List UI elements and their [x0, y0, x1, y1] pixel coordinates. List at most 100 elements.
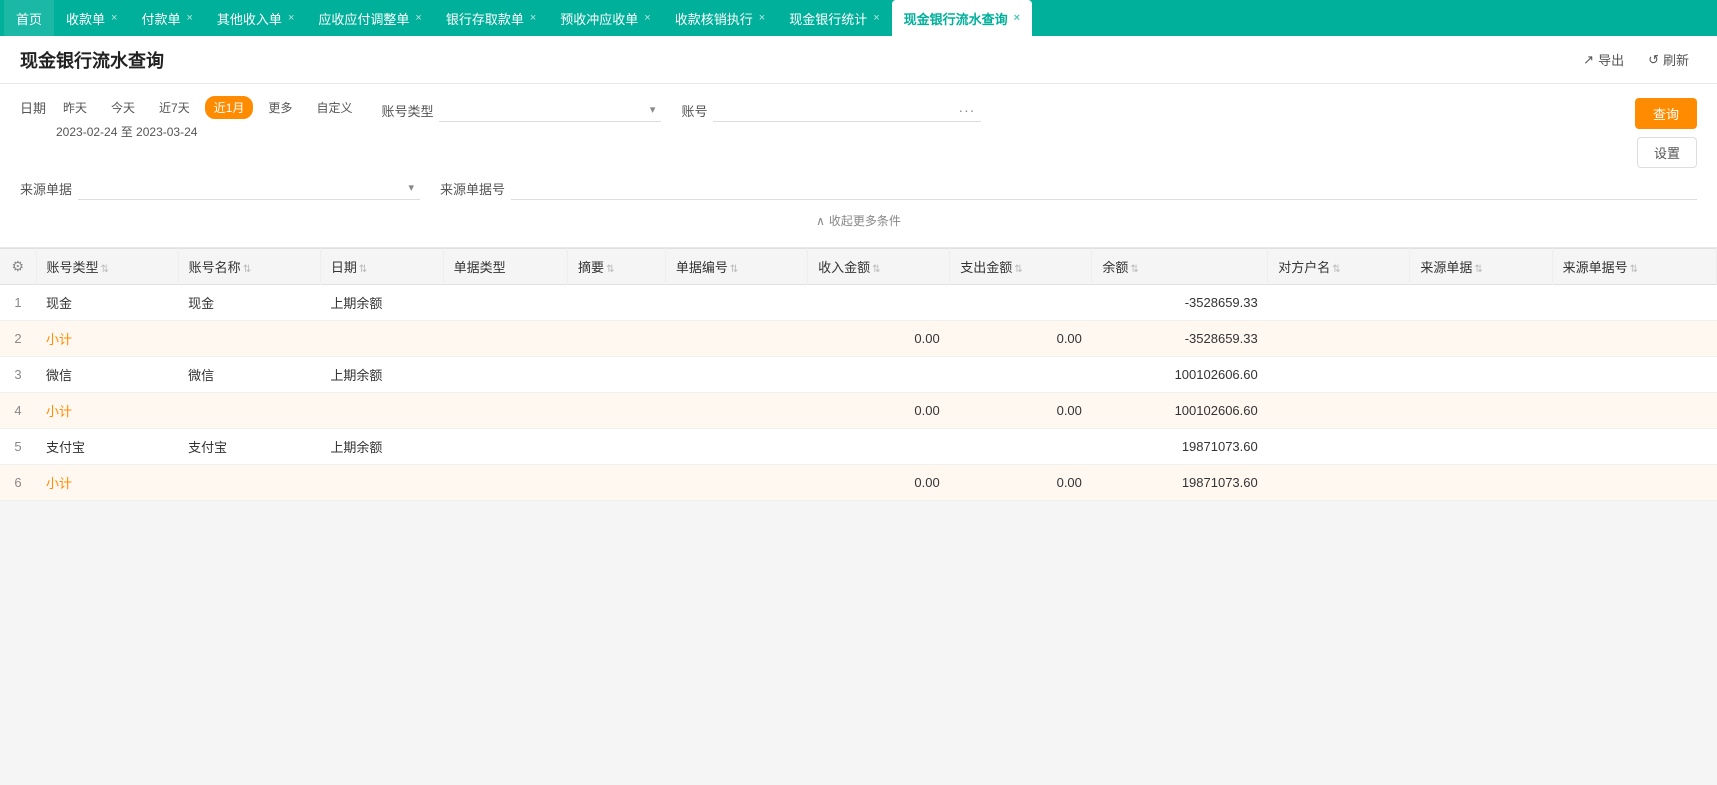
page-header: 现金银行流水查询 ↗ 导出 ↺ 刷新 — [0, 36, 1717, 84]
nav-tab-bank-deposit-close[interactable]: × — [530, 12, 536, 24]
account-input[interactable] — [719, 98, 958, 121]
nav-tab-advance-close[interactable]: × — [644, 12, 650, 24]
nav-tab-payment[interactable]: 付款单 × — [129, 0, 204, 36]
nav-tab-cash-bank-flow[interactable]: 现金银行流水查询 × — [892, 0, 1032, 36]
sort-icon-counterparty: ⇅ — [1332, 264, 1340, 275]
counterparty-cell — [1268, 321, 1410, 357]
th-settings: ⚙ — [0, 249, 36, 285]
counterparty-cell — [1268, 465, 1410, 501]
nav-tab-cash-bank-flow-close[interactable]: × — [1014, 12, 1020, 24]
counterparty-cell — [1268, 429, 1410, 465]
source-doc-cell — [1410, 429, 1552, 465]
account-name-cell: 现金 — [178, 285, 320, 321]
date-btn-yesterday[interactable]: 昨天 — [54, 96, 96, 119]
date-cell — [320, 465, 443, 501]
query-button[interactable]: 查询 — [1635, 98, 1697, 129]
top-navigation: 首页 收款单 × 付款单 × 其他收入单 × 应收应付调整单 × 银行存取款单 … — [0, 0, 1717, 36]
summary-cell — [568, 357, 666, 393]
nav-tab-receipt-label: 收款单 — [66, 9, 105, 28]
nav-tab-adjustment[interactable]: 应收应付调整单 × — [306, 0, 433, 36]
sort-icon-account-name: ⇅ — [243, 264, 251, 275]
settings-button[interactable]: 设置 — [1637, 137, 1697, 168]
nav-tab-receipt-close[interactable]: × — [111, 12, 117, 24]
nav-tab-other-income[interactable]: 其他收入单 × — [205, 0, 306, 36]
date-options: 昨天 今天 近7天 近1月 更多 自定义 — [54, 96, 361, 119]
nav-tab-payment-close[interactable]: × — [186, 12, 192, 24]
nav-tab-cash-bank-stats[interactable]: 现金银行统计 × — [777, 0, 891, 36]
source-doc-no-cell — [1552, 321, 1716, 357]
table-row: 3微信微信上期余额100102606.60 — [0, 357, 1717, 393]
nav-tab-receipt[interactable]: 收款单 × — [54, 0, 129, 36]
th-expense[interactable]: 支出金额⇅ — [950, 249, 1092, 285]
th-source-doc[interactable]: 来源单据⇅ — [1410, 249, 1552, 285]
table-row: 1现金现金上期余额-3528659.33 — [0, 285, 1717, 321]
source-doc-cell — [1410, 357, 1552, 393]
export-button[interactable]: ↗ 导出 — [1575, 46, 1632, 73]
doc-no-cell — [665, 321, 807, 357]
collapse-bar[interactable]: ∧ 收起更多条件 — [20, 206, 1697, 235]
summary-cell — [568, 393, 666, 429]
table-settings-icon[interactable]: ⚙ — [11, 258, 24, 274]
source-doc-num-input[interactable] — [517, 176, 1691, 199]
refresh-button[interactable]: ↺ 刷新 — [1640, 46, 1697, 73]
income-cell — [808, 429, 950, 465]
table-container: ⚙ 账号类型⇅ 账号名称⇅ 日期⇅ 单据类型 摘要⇅ 单据编号⇅ — [0, 248, 1717, 501]
expense-cell: 0.00 — [950, 393, 1092, 429]
th-counterparty[interactable]: 对方户名⇅ — [1268, 249, 1410, 285]
doc-no-cell — [665, 465, 807, 501]
nav-tab-home[interactable]: 首页 — [4, 0, 54, 36]
source-doc-no-cell — [1552, 285, 1716, 321]
account-type-input[interactable] — [445, 98, 649, 121]
account-name-cell — [178, 465, 320, 501]
date-btn-more[interactable]: 更多 — [259, 96, 301, 119]
nav-tab-collection-close[interactable]: × — [759, 12, 765, 24]
balance-cell: 100102606.60 — [1092, 393, 1268, 429]
th-summary[interactable]: 摘要⇅ — [568, 249, 666, 285]
row-num-cell: 5 — [0, 429, 36, 465]
date-btn-7days[interactable]: 近7天 — [150, 96, 199, 119]
income-cell: 0.00 — [808, 321, 950, 357]
nav-tab-collection[interactable]: 收款核销执行 × — [663, 0, 777, 36]
source-doc-chevron-icon: ▾ — [408, 181, 414, 194]
doc-no-cell — [665, 429, 807, 465]
nav-tab-bank-deposit[interactable]: 银行存取款单 × — [434, 0, 548, 36]
account-dots-button[interactable]: ··· — [958, 102, 975, 118]
date-btn-custom[interactable]: 自定义 — [307, 96, 361, 119]
balance-cell: 19871073.60 — [1092, 465, 1268, 501]
expense-cell — [950, 285, 1092, 321]
nav-tab-collection-label: 收款核销执行 — [675, 9, 753, 28]
date-range-display: 2023-02-24 至 2023-03-24 — [56, 125, 197, 139]
refresh-label: 刷新 — [1663, 50, 1689, 69]
th-date[interactable]: 日期⇅ — [320, 249, 443, 285]
date-btn-1month[interactable]: 近1月 — [205, 96, 254, 119]
doc-type-cell — [443, 321, 567, 357]
sort-icon-source-doc: ⇅ — [1474, 264, 1482, 275]
th-income[interactable]: 收入金额⇅ — [808, 249, 950, 285]
export-icon: ↗ — [1583, 52, 1594, 68]
nav-tab-cash-bank-stats-close[interactable]: × — [873, 12, 879, 24]
th-account-name[interactable]: 账号名称⇅ — [178, 249, 320, 285]
nav-tab-advance[interactable]: 预收冲应收单 × — [548, 0, 662, 36]
nav-tab-cash-bank-flow-label: 现金银行流水查询 — [904, 9, 1008, 28]
nav-tab-adjustment-close[interactable]: × — [415, 12, 421, 24]
th-balance[interactable]: 余额⇅ — [1092, 249, 1268, 285]
nav-tab-adjustment-label: 应收应付调整单 — [318, 9, 409, 28]
account-type-cell: 微信 — [36, 357, 178, 393]
th-source-doc-no[interactable]: 来源单据号⇅ — [1552, 249, 1716, 285]
header-actions: ↗ 导出 ↺ 刷新 — [1575, 46, 1697, 73]
table-body: 1现金现金上期余额-3528659.332小计0.000.00-3528659.… — [0, 285, 1717, 501]
source-doc-input[interactable] — [84, 176, 408, 199]
date-cell: 上期余额 — [320, 285, 443, 321]
th-doc-no[interactable]: 单据编号⇅ — [665, 249, 807, 285]
account-type-cell: 小计 — [36, 465, 178, 501]
doc-no-cell — [665, 357, 807, 393]
th-account-type[interactable]: 账号类型⇅ — [36, 249, 178, 285]
source-doc-cell — [1410, 393, 1552, 429]
balance-cell: 19871073.60 — [1092, 429, 1268, 465]
date-btn-today[interactable]: 今天 — [102, 96, 144, 119]
source-doc-label: 来源单据 — [20, 179, 72, 198]
source-doc-no-cell — [1552, 465, 1716, 501]
account-type-label: 账号类型 — [381, 101, 433, 120]
nav-tab-other-income-label: 其他收入单 — [217, 9, 282, 28]
nav-tab-other-income-close[interactable]: × — [288, 12, 294, 24]
